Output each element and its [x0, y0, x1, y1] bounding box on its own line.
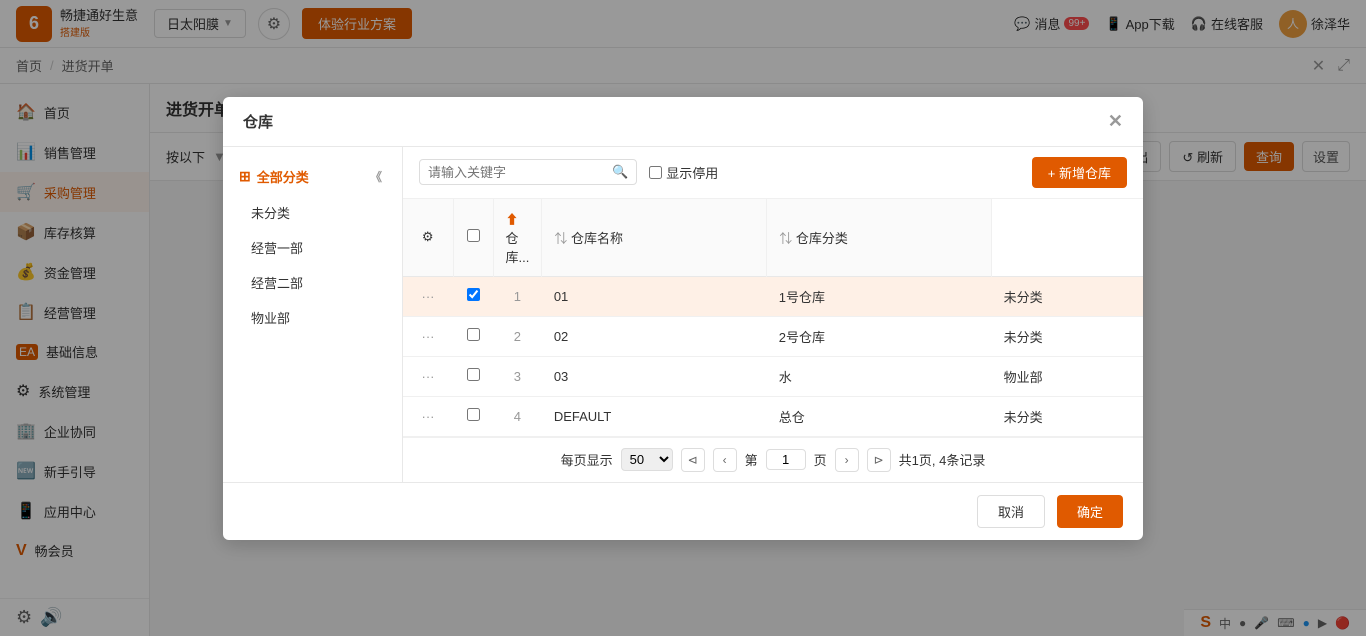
page-label: 第 [745, 450, 758, 469]
dialog-title: 仓库 [243, 111, 273, 132]
row-name-0: 1号仓库 [767, 276, 992, 316]
table-row: ··· 4 DEFAULT 总仓 未分类 [403, 396, 1143, 436]
page-size-dropdown[interactable]: 50 20 100 [621, 448, 673, 471]
modal-overlay: 仓库 ✕ ⊞ 全部分类 《 未分类 经营一部 经营二部 物业部 [0, 0, 1366, 636]
first-page-button[interactable]: ⊲ [681, 448, 705, 472]
show-disabled-checkbox[interactable] [649, 166, 662, 179]
table-row: ··· 1 01 1号仓库 未分类 [403, 276, 1143, 316]
table: ⚙ ⬆ 仓库... ⇅ 仓库名称 [403, 199, 1143, 437]
row-num-2: 3 [493, 356, 542, 396]
row-name-2: 水 [767, 356, 992, 396]
col-code-label: 仓库... [506, 231, 530, 265]
row-cb-3[interactable] [453, 396, 493, 436]
row-num-3: 4 [493, 396, 542, 436]
row-checkbox-0[interactable] [467, 288, 480, 301]
sort-icon: ⬆ [506, 212, 519, 227]
row-code-2: 03 [542, 356, 767, 396]
dialog-header: 仓库 ✕ [223, 97, 1143, 147]
last-page-button[interactable]: ⊳ [867, 448, 891, 472]
next-page-button[interactable]: › [835, 448, 859, 472]
row-category-1: 未分类 [992, 316, 1143, 356]
page-input[interactable] [766, 449, 806, 470]
show-disabled-label[interactable]: 显示停用 [649, 163, 718, 182]
row-category-0: 未分类 [992, 276, 1143, 316]
row-code-0: 01 [542, 276, 767, 316]
row-gear-0[interactable]: ··· [403, 276, 453, 316]
col-category-label: 仓库分类 [796, 231, 848, 246]
category-item-property[interactable]: 物业部 [223, 300, 402, 335]
page-unit: 页 [814, 450, 827, 469]
all-category-label: 全部分类 [257, 167, 309, 186]
sort-icon3: ⇅ [779, 231, 792, 246]
collapse-icon[interactable]: 《 [366, 167, 386, 187]
row-code-1: 02 [542, 316, 767, 356]
dialog-footer: 取消 确定 [223, 482, 1143, 540]
row-code-3: DEFAULT [542, 396, 767, 436]
pagination: 每页显示 50 20 100 ⊲ ‹ 第 页 › ⊳ 共1 [403, 437, 1143, 482]
row-gear-1[interactable]: ··· [403, 316, 453, 356]
new-warehouse-button[interactable]: + 新增仓库 [1032, 157, 1127, 188]
col-name-label: 仓库名称 [571, 231, 623, 246]
show-disabled-text: 显示停用 [666, 163, 718, 182]
col-settings: ⚙ [403, 199, 453, 277]
dialog-close-icon[interactable]: ✕ [1108, 111, 1123, 132]
total-info: 共1页, 4条记录 [899, 450, 986, 469]
table-row: ··· 2 02 2号仓库 未分类 [403, 316, 1143, 356]
sort-icon2: ⇅ [554, 231, 567, 246]
row-category-2: 物业部 [992, 356, 1143, 396]
category-item-unclassified[interactable]: 未分类 [223, 195, 402, 230]
dialog-body: ⊞ 全部分类 《 未分类 经营一部 经营二部 物业部 🔍 [223, 147, 1143, 482]
select-all-checkbox[interactable] [467, 229, 480, 242]
col-name-header: ⇅ 仓库名称 [542, 199, 767, 277]
row-cb-1[interactable] [453, 316, 493, 356]
all-category-item[interactable]: ⊞ 全部分类 《 [223, 159, 402, 195]
confirm-button[interactable]: 确定 [1057, 495, 1123, 528]
row-name-1: 2号仓库 [767, 316, 992, 356]
row-checkbox-2[interactable] [467, 368, 480, 381]
category-sidebar: ⊞ 全部分类 《 未分类 经营一部 经营二部 物业部 [223, 147, 403, 482]
col-checkbox [453, 199, 493, 277]
table-area: 🔍 显示停用 + 新增仓库 ⚙ [403, 147, 1143, 482]
warehouse-dialog: 仓库 ✕ ⊞ 全部分类 《 未分类 经营一部 经营二部 物业部 [223, 97, 1143, 540]
row-name-3: 总仓 [767, 396, 992, 436]
category-item-ops1[interactable]: 经营一部 [223, 230, 402, 265]
row-cb-0[interactable] [453, 276, 493, 316]
row-gear-2[interactable]: ··· [403, 356, 453, 396]
row-gear-3[interactable]: ··· [403, 396, 453, 436]
search-icon: 🔍 [612, 164, 628, 180]
prev-page-button[interactable]: ‹ [713, 448, 737, 472]
row-category-3: 未分类 [992, 396, 1143, 436]
col-code-header: ⬆ 仓库... [493, 199, 542, 277]
row-num-0: 1 [493, 276, 542, 316]
per-page-label: 每页显示 [561, 450, 613, 469]
row-checkbox-3[interactable] [467, 408, 480, 421]
table-header-row: ⚙ ⬆ 仓库... ⇅ 仓库名称 [403, 199, 1143, 277]
table-toolbar: 🔍 显示停用 + 新增仓库 [403, 147, 1143, 199]
page-size-select[interactable]: 50 20 100 [621, 448, 673, 471]
category-item-ops2[interactable]: 经营二部 [223, 265, 402, 300]
warehouse-table: ⚙ ⬆ 仓库... ⇅ 仓库名称 [403, 199, 1143, 437]
table-row: ··· 3 03 水 物业部 [403, 356, 1143, 396]
row-num-1: 2 [493, 316, 542, 356]
grid-icon: ⊞ [239, 168, 251, 185]
search-input[interactable] [428, 165, 608, 180]
col-category-header: ⇅ 仓库分类 [767, 199, 992, 277]
row-cb-2[interactable] [453, 356, 493, 396]
search-box: 🔍 [419, 159, 637, 185]
cancel-button[interactable]: 取消 [977, 495, 1045, 528]
row-checkbox-1[interactable] [467, 328, 480, 341]
